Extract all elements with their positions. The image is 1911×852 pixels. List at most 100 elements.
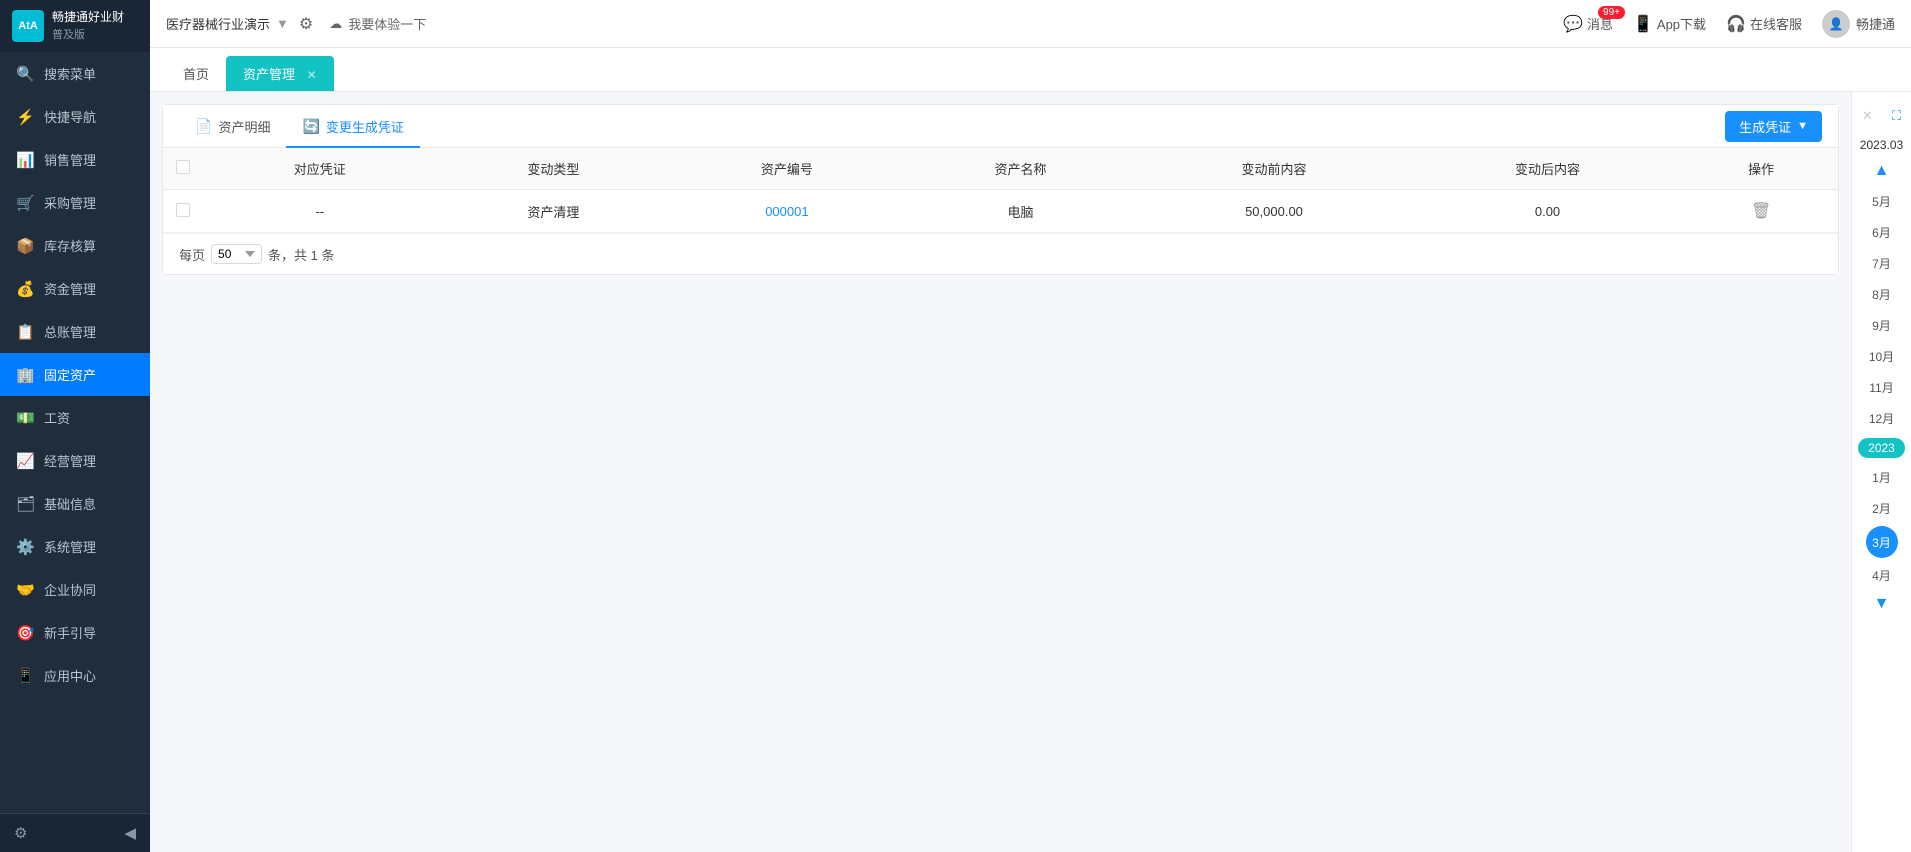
sidebar-item-sales[interactable]: 📊 销售管理 — [0, 138, 150, 181]
right-panel-close[interactable]: ✕ — [1858, 104, 1877, 128]
sidebar: AtA 畅捷通好业财 普及版 🔍搜索菜单⚡快捷导航📊销售管理🛒采购管理📦库存核算… — [0, 0, 150, 852]
sidebar-item-app-center[interactable]: 📱应用中心 — [0, 654, 150, 697]
sidebar-item-guide[interactable]: 🎯 新手引导 — [0, 611, 150, 654]
generate-voucher-button[interactable]: 生成凭证 ▼ — [1725, 111, 1822, 142]
sidebar-item-payroll[interactable]: 💵工资 — [0, 396, 150, 439]
row-checkbox-0[interactable] — [176, 203, 190, 217]
sidebar-item-operations[interactable]: 📈经营管理 — [0, 439, 150, 482]
topbar: 医疗器械行业演示 ▼ ⚙ ☁ 我要体验一下 💬 消息 99+ 📱 App下载 🎧… — [150, 0, 1911, 48]
logo-sub: 普及版 — [52, 26, 124, 42]
row-change-type-0: 资产清理 — [437, 190, 671, 233]
asset-detail-icon: 📄 — [195, 118, 212, 135]
tab-asset-mgmt-label: 资产管理 — [243, 67, 295, 82]
per-page-select[interactable]: 50 10 20 100 — [211, 244, 262, 264]
topbar-right: 💬 消息 99+ 📱 App下载 🎧 在线客服 👤 畅捷通 — [1563, 10, 1895, 38]
message-button[interactable]: 💬 消息 99+ — [1563, 14, 1613, 34]
sidebar-label-sales: 销售管理 — [44, 150, 96, 169]
app-download-icon: 📱 — [1633, 14, 1653, 34]
message-badge: 99+ — [1598, 6, 1625, 19]
tab-home-label: 首页 — [183, 67, 209, 82]
sidebar-bottom: ⚙ ◀ — [0, 813, 150, 852]
tab-asset-mgmt[interactable]: 资产管理 ✕ — [226, 56, 334, 91]
settings-icon[interactable]: ⚙ — [14, 824, 27, 842]
sidebar-item-system[interactable]: ⚙️ 系统管理 — [0, 525, 150, 568]
table-footer: 每页 50 10 20 100 条，共 1 条 — [163, 233, 1838, 274]
year-down-arrow[interactable]: ▼ — [1870, 591, 1894, 617]
month-item-1月[interactable]: 1月 — [1852, 462, 1911, 493]
change-voucher-icon: 🔄 — [302, 118, 319, 135]
th-change-type: 变动类型 — [437, 148, 671, 190]
per-page-prefix: 每页 — [179, 245, 205, 264]
month-item-7月[interactable]: 7月 — [1852, 248, 1911, 279]
tab-home[interactable]: 首页 — [166, 56, 226, 91]
fixed-assets-icon: 🏢 — [16, 366, 34, 384]
sidebar-label-app-center: 应用中心 — [44, 666, 96, 685]
sidebar-label-fixed-assets: 固定资产 — [44, 365, 96, 384]
month-item-3月[interactable]: 3月 — [1866, 526, 1898, 558]
month-item-2月[interactable]: 2月 — [1852, 493, 1911, 524]
month-item-11月[interactable]: 11月 — [1852, 372, 1911, 403]
company-name: 医疗器械行业演示 — [166, 14, 270, 33]
th-voucher: 对应凭证 — [203, 148, 437, 190]
app-download-label: App下载 — [1657, 14, 1706, 33]
sidebar-label-system: 系统管理 — [44, 537, 96, 556]
month-item-9月[interactable]: 9月 — [1852, 310, 1911, 341]
sidebar-label-inventory: 库存核算 — [44, 236, 96, 255]
total-label: 条，共 1 条 — [268, 245, 334, 264]
sidebar-item-finance[interactable]: 💰资金管理 — [0, 267, 150, 310]
delete-icon-0[interactable]: 🗑 — [1751, 203, 1771, 220]
sidebar-item-inventory[interactable]: 📦库存核算 — [0, 224, 150, 267]
th-after-change: 变动后内容 — [1411, 148, 1685, 190]
th-before-change: 变动前内容 — [1137, 148, 1411, 190]
topbar-try-button[interactable]: ☁ 我要体验一下 — [329, 14, 426, 33]
guide-icon: 🎯 — [16, 624, 34, 642]
sub-tab-change-voucher[interactable]: 🔄 变更生成凭证 — [286, 105, 419, 148]
sidebar-label-cooperation: 企业协同 — [44, 580, 96, 599]
app-download-button[interactable]: 📱 App下载 — [1633, 14, 1706, 34]
sidebar-item-search[interactable]: 🔍搜索菜单 — [0, 52, 150, 95]
month-item-6月[interactable]: 6月 — [1852, 217, 1911, 248]
user-avatar: 👤 — [1822, 10, 1850, 38]
sidebar-item-base-info[interactable]: 🗂基础信息 — [0, 482, 150, 525]
month-item-10月[interactable]: 10月 — [1852, 341, 1911, 372]
sales-icon: 📊 — [16, 151, 34, 169]
right-panel-expand[interactable]: ⛶ — [1888, 104, 1905, 128]
sub-tabs: 📄 资产明细 🔄 变更生成凭证 生成凭证 ▼ — [163, 105, 1838, 148]
generate-dropdown-arrow: ▼ — [1797, 120, 1808, 132]
topbar-gear-icon[interactable]: ⚙ — [299, 14, 313, 34]
select-all-checkbox[interactable] — [176, 160, 190, 174]
collapse-icon[interactable]: ◀ — [124, 824, 136, 842]
online-service-label: 在线客服 — [1750, 14, 1802, 33]
right-panel: ✕ ⛶ 2023.03 ▲ 5月6月7月8月9月10月11月12月20231月2… — [1851, 92, 1911, 852]
sub-tab-asset-detail[interactable]: 📄 资产明细 — [179, 105, 286, 148]
try-label: 我要体验一下 — [348, 14, 426, 33]
sidebar-label-purchase: 采购管理 — [44, 193, 96, 212]
sidebar-label-search: 搜索菜单 — [44, 64, 96, 83]
logo-text: 畅捷通好业财 — [52, 10, 124, 26]
page-body: 📄 资产明细 🔄 变更生成凭证 生成凭证 ▼ — [150, 92, 1851, 852]
sidebar-item-purchase[interactable]: 🛒采购管理 — [0, 181, 150, 224]
tab-close-icon[interactable]: ✕ — [307, 68, 317, 82]
finance-icon: 💰 — [16, 280, 34, 298]
cloud-icon: ☁ — [329, 16, 342, 32]
sidebar-label-guide: 新手引导 — [44, 623, 96, 642]
sidebar-item-quicknav[interactable]: ⚡快捷导航 — [0, 95, 150, 138]
table-row: -- 资产清理 000001 电脑 50,000.00 0.00 🗑 — [163, 190, 1838, 233]
month-item-12月[interactable]: 12月 — [1852, 403, 1911, 434]
content-area: 📄 资产明细 🔄 变更生成凭证 生成凭证 ▼ — [150, 92, 1911, 852]
month-item-8月[interactable]: 8月 — [1852, 279, 1911, 310]
online-service-button[interactable]: 🎧 在线客服 — [1726, 14, 1802, 34]
month-item-4月[interactable]: 4月 — [1852, 560, 1911, 591]
sidebar-item-ledger[interactable]: 📋总账管理 — [0, 310, 150, 353]
sidebar-item-fixed-assets[interactable]: 🏢 固定资产 — [0, 353, 150, 396]
system-icon: ⚙️ — [16, 538, 34, 556]
sub-tab-asset-detail-label: 资产明细 — [218, 117, 270, 136]
user-button[interactable]: 👤 畅捷通 — [1822, 10, 1895, 38]
year-up-arrow[interactable]: ▲ — [1870, 158, 1894, 184]
sidebar-item-cooperation[interactable]: 🤝企业协同 — [0, 568, 150, 611]
tabs-bar: 首页 资产管理 ✕ — [150, 48, 1911, 92]
month-item-5月[interactable]: 5月 — [1852, 186, 1911, 217]
topbar-company[interactable]: 医疗器械行业演示 ▼ — [166, 14, 289, 33]
sidebar-label-payroll: 工资 — [44, 408, 70, 427]
year-item-2023[interactable]: 2023 — [1858, 438, 1905, 458]
